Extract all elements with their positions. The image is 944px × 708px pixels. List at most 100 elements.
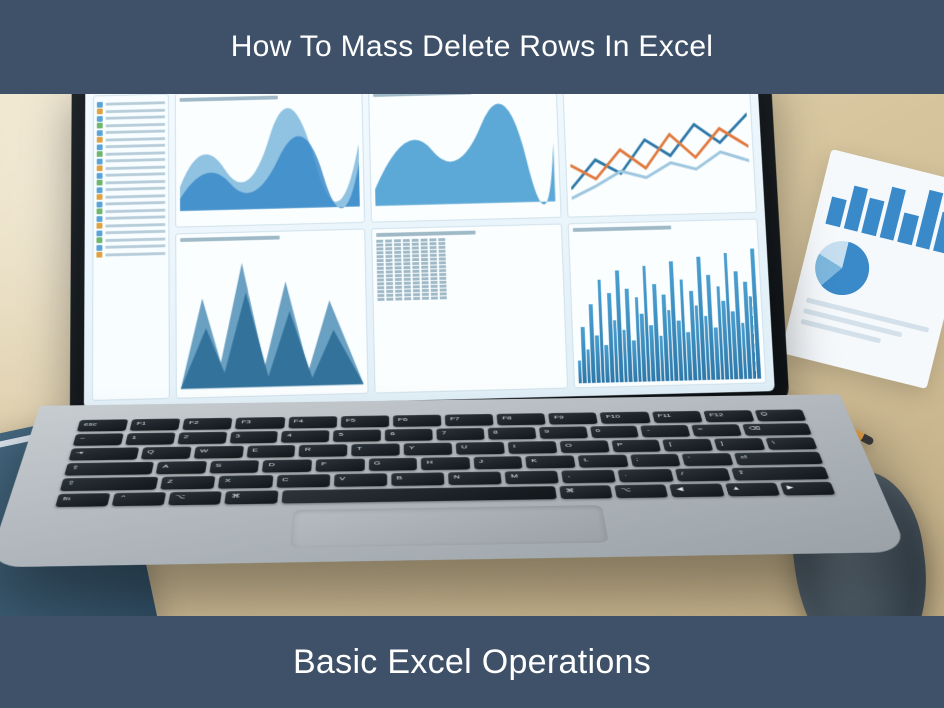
keyboard-key: ~ [73, 433, 124, 446]
keyboard-key: X [218, 475, 273, 489]
keyboard-key: ⇥ [69, 447, 140, 460]
panel-data-table [371, 223, 567, 393]
panel-area-chart-1 [175, 94, 366, 228]
keyboard-key: I [508, 441, 557, 454]
laptop-bezel: • • • • • [70, 94, 790, 423]
keyboard-key: ] [714, 438, 765, 451]
laptop-deck: escF1F2F3F4F5F6F7F8F9F10F11F12⏻~12345678… [0, 394, 909, 567]
keyboard-key: F7 [445, 414, 494, 426]
sidebar-item [96, 236, 165, 244]
laptop-trackpad [290, 505, 609, 548]
keyboard-key: M [505, 471, 559, 485]
keyboard-key: F10 [600, 412, 650, 424]
keyboard-key: ⏎ [734, 452, 824, 466]
keyboard-key: O [559, 440, 609, 453]
sidebar-item [97, 200, 166, 208]
sidebar-item [97, 121, 165, 128]
keyboard-key: F11 [652, 411, 703, 423]
panel-title-placeholder [572, 225, 671, 231]
keyboard-key: F1 [130, 418, 181, 430]
keyboard-key: V [334, 473, 387, 487]
keyboard-key: F2 [183, 418, 233, 430]
keyboard-key: - [641, 425, 691, 437]
area-chart-icon [374, 95, 557, 218]
keyboard-key: ' [682, 453, 734, 466]
keyboard-key: F8 [497, 413, 546, 425]
keyboard-key: B [391, 472, 444, 486]
keyboard-key: G [368, 458, 417, 471]
sidebar-item [97, 100, 165, 107]
keyboard-key: ⌥ [615, 484, 669, 498]
keyboard-key: ⇧ [731, 466, 829, 480]
sidebar-item [97, 192, 166, 200]
keyboard-key: A [156, 461, 207, 474]
panel-line-chart [562, 94, 757, 218]
panel-title-placeholder [376, 230, 475, 236]
keyboard-key [281, 486, 557, 504]
keyboard-key: 8 [488, 427, 537, 440]
keyboard-key: 6 [385, 429, 433, 442]
footer-title: Basic Excel Operations [293, 643, 651, 682]
keyboard-key: ▲ [725, 483, 780, 497]
sidebar-item [97, 164, 166, 171]
keyboard-key: J [473, 456, 523, 469]
keyboard-key: P [611, 439, 661, 452]
keyboard-key: ⏻ [754, 409, 806, 421]
keyboard-key: T [351, 443, 399, 456]
keyboard-key: ◀ [670, 483, 725, 497]
laptop-keyboard: escF1F2F3F4F5F6F7F8F9F10F11F12⏻~12345678… [55, 409, 835, 507]
keyboard-key: ⌃ [112, 492, 167, 506]
sidebar-item [97, 221, 166, 229]
line-chart-icon [567, 94, 752, 213]
keyboard-key: F9 [548, 412, 598, 424]
dense-bar-chart-icon [573, 230, 761, 383]
keyboard-key: U [456, 442, 505, 455]
keyboard-key: S [209, 460, 259, 473]
keyboard-key: Z [160, 476, 215, 490]
keyboard-key: 0 [590, 426, 640, 438]
sidebar-item [96, 228, 165, 236]
panel-title-placeholder [180, 96, 278, 102]
keyboard-key: H [421, 457, 470, 470]
sidebar-item [97, 207, 166, 215]
keyboard-key: F12 [703, 410, 754, 422]
sidebar-item [97, 128, 165, 135]
keyboard-key: F5 [341, 415, 389, 427]
keyboard-key: ⇧ [60, 477, 159, 491]
sidebar-item [97, 149, 165, 156]
panel-area-chart-2 [368, 94, 561, 223]
keyboard-key: ; [630, 454, 681, 467]
keyboard-key: C [276, 474, 330, 488]
keyboard-key: F3 [235, 417, 285, 429]
keyboard-key: ⌫ [742, 423, 812, 436]
keyboard-key: ⌘ [225, 490, 278, 504]
panel-dense-bars [567, 218, 766, 388]
keyboard-key: ⌥ [168, 491, 222, 505]
sidebar-item [97, 185, 166, 192]
keyboard-key: F [315, 459, 364, 472]
keyboard-key: 9 [539, 426, 588, 438]
keyboard-key: fn [55, 493, 110, 507]
keyboard-key: \ [765, 437, 817, 450]
keyboard-key: D [262, 459, 312, 472]
keyboard-key: 3 [229, 431, 278, 444]
keyboard-key: R [299, 444, 348, 457]
keyboard-key: 4 [281, 430, 329, 443]
sidebar-item [97, 171, 166, 178]
mountain-chart-icon [180, 240, 364, 394]
keyboard-key: ⇪ [64, 462, 154, 476]
sidebar-item [97, 142, 165, 149]
keyboard-key: K [526, 455, 576, 468]
sidebar-item [96, 250, 165, 258]
keyboard-key: W [193, 446, 243, 459]
keyboard-key: N [448, 471, 502, 485]
keyboard-key: , [561, 470, 616, 484]
keyboard-key: 2 [177, 432, 227, 445]
keyboard-key: ▶ [780, 482, 836, 496]
hero-illustration: • • • • • escF1F2F3F4F5F6F7F8F9F10F11F12… [0, 94, 944, 616]
keyboard-key: = [691, 424, 742, 436]
keyboard-key: L [578, 455, 629, 468]
keyboard-key: E [246, 445, 295, 458]
keyboard-key: F6 [393, 415, 441, 427]
footer-bar: Basic Excel Operations [0, 616, 944, 708]
